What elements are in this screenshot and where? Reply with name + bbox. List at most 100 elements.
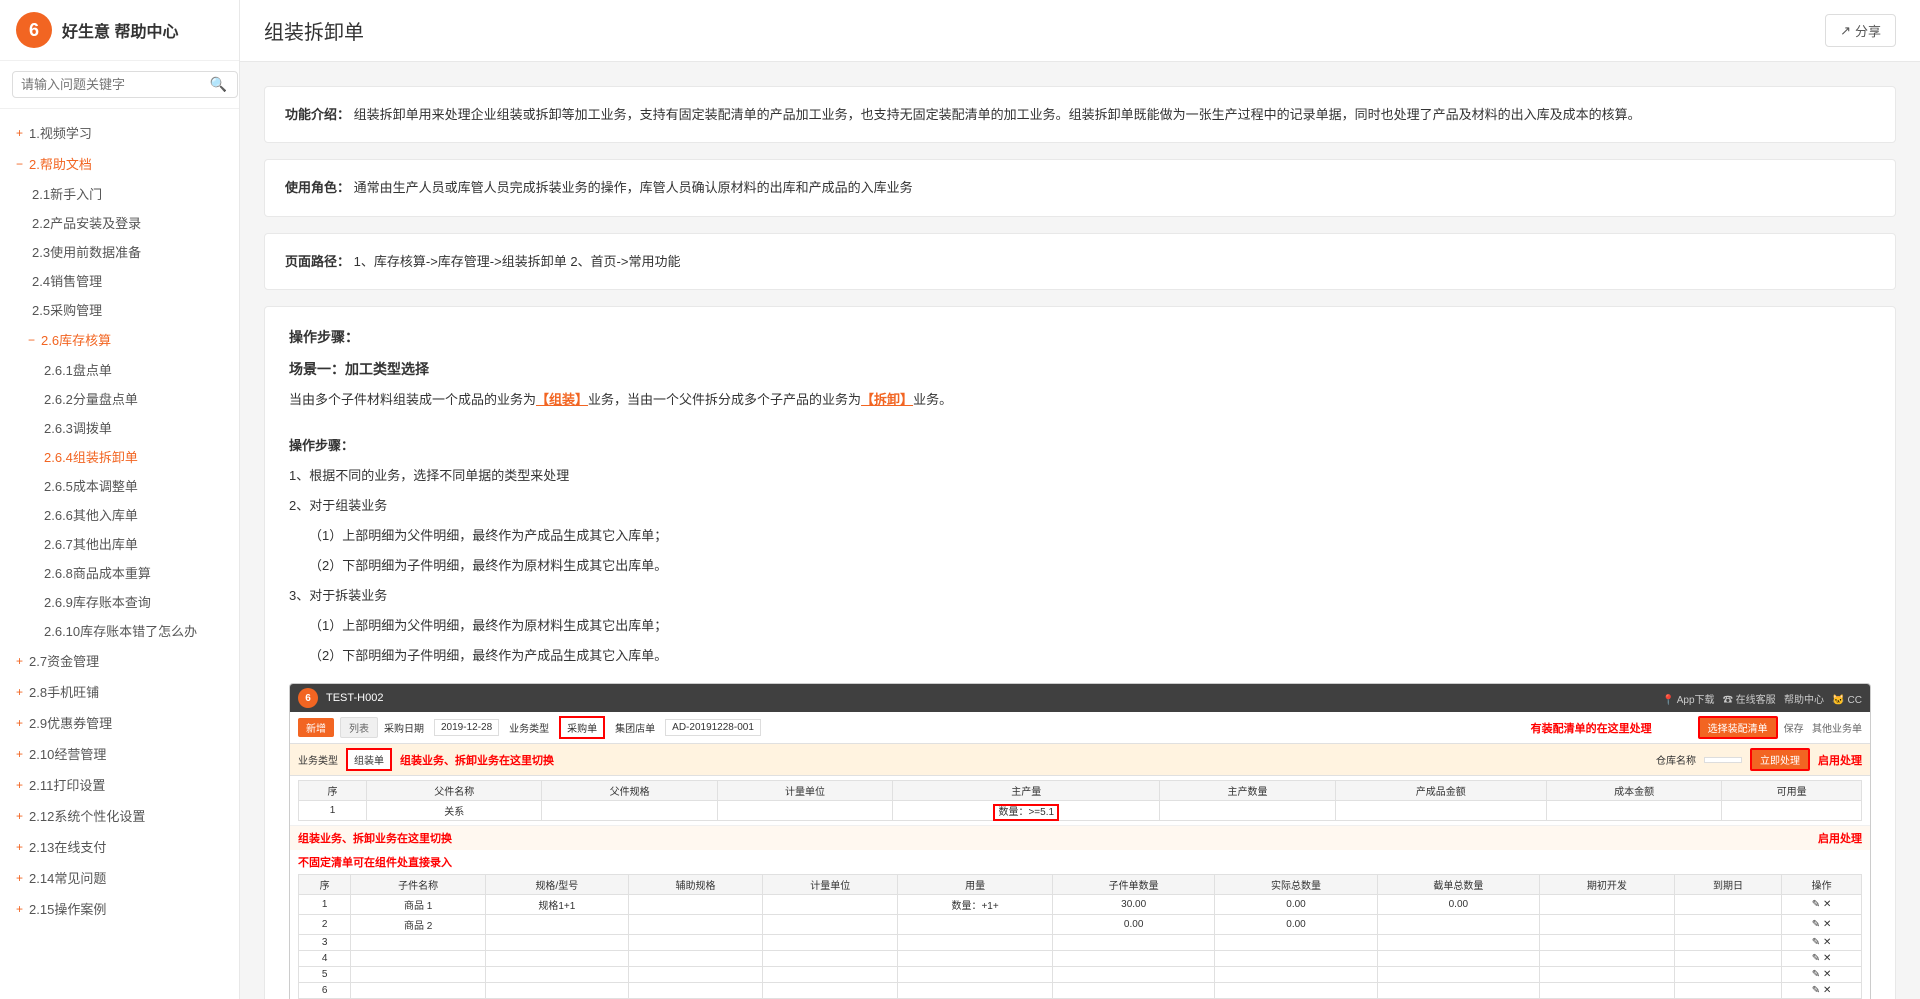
sub-actions-3[interactable]: ✎ ✕ [1782, 935, 1862, 951]
sidebar-item-263[interactable]: 2.6.3调拨单 [0, 413, 239, 442]
sidebar: 6 好生意 帮助中心 🔍 + 1.视频学习 − 2.帮助文档 2.1新手入门 2… [0, 0, 240, 999]
sidebar-item-211[interactable]: + 2.11打印设置 [0, 769, 239, 800]
cell-cost-amt [1546, 801, 1721, 821]
col-main-count: 主产数量 [1160, 781, 1335, 801]
sub-usage-1: 数量：+1+ [898, 895, 1053, 915]
mid-annotation-bar: 组装业务、拆卸业务在这里切换 启用处理 [290, 825, 1870, 850]
apply-btn[interactable]: 立即处理 [1750, 748, 1810, 771]
warehouse-input[interactable] [1704, 757, 1742, 763]
sub-date-1 [1674, 895, 1781, 915]
form-orderid-value[interactable]: AD-20191228-001 [665, 719, 761, 736]
sidebar-item-265[interactable]: 2.6.5成本调整单 [0, 471, 239, 500]
step1: 1、根据不同的业务，选择不同单据的类型来处理 [289, 463, 1871, 489]
ops-title: 操作步骤： [289, 327, 1871, 347]
sidebar-item-24[interactable]: 2.4销售管理 [0, 266, 239, 295]
highlight-zuzhuang[interactable]: 【组装】 [536, 392, 588, 407]
sidebar-item-210[interactable]: + 2.10经营管理 [0, 738, 239, 769]
search-icon[interactable]: 🔍 [210, 76, 227, 93]
sub-date-2 [1674, 915, 1781, 935]
sidebar-item-23[interactable]: 2.3使用前数据准备 [0, 237, 239, 266]
plus-icon: + [16, 126, 23, 140]
sidebar-item-video[interactable]: + 1.视频学习 [0, 117, 239, 148]
sidebar-item-261[interactable]: 2.6.1盘点单 [0, 355, 239, 384]
sub-actions-1[interactable]: ✎ ✕ [1782, 895, 1862, 915]
page-title: 组装拆卸单 [264, 16, 364, 45]
sidebar-item-212[interactable]: + 2.12系统个性化设置 [0, 800, 239, 831]
share-label: 分享 [1855, 21, 1881, 40]
sidebar-item-21[interactable]: 2.1新手入门 [0, 179, 239, 208]
plus-icon-211: + [16, 778, 23, 792]
sidebar-item-28-label: 2.8手机旺铺 [29, 682, 99, 701]
sidebar-item-25[interactable]: 2.5采购管理 [0, 295, 239, 324]
intro-block: 功能介绍： 组装拆卸单用来处理企业组装或拆卸等加工业务，支持有固定装配清单的产品… [264, 86, 1896, 143]
sidebar-item-213[interactable]: + 2.13在线支付 [0, 831, 239, 862]
sub-actions-2[interactable]: ✎ ✕ [1782, 915, 1862, 935]
plus-icon-213: + [16, 840, 23, 854]
sidebar-item-28[interactable]: + 2.8手机旺铺 [0, 676, 239, 707]
app-topnav: 6 TEST-H002 📍 App下载 ☎ 在线客服 帮助中心 🐱 CC [290, 684, 1870, 712]
sidebar-item-268[interactable]: 2.6.8商品成本重算 [0, 558, 239, 587]
annotation-btn[interactable]: 选择装配清单 [1698, 716, 1778, 739]
col-parent-spec: 父件规格 [542, 781, 717, 801]
sub-qty2-1: 0.00 [1215, 895, 1377, 915]
sidebar-item-267[interactable]: 2.6.7其他出库单 [0, 529, 239, 558]
sidebar-item-2610[interactable]: 2.6.10库存账本错了怎么办 [0, 616, 239, 645]
sidebar-item-213-label: 2.13在线支付 [29, 837, 106, 856]
form-ordertype-value-red[interactable]: 采购单 [559, 716, 605, 739]
cell-name: 关系 [367, 801, 542, 821]
sub-usage-2 [898, 915, 1053, 935]
sub-col-qty2: 实际总数量 [1215, 875, 1377, 895]
step2-2: （2）下部明细为子件明细，最终作为原材料生成其它出库单。 [289, 553, 1871, 579]
ops-steps-title: 操作步骤： [289, 433, 1871, 459]
sidebar-item-269[interactable]: 2.6.9库存账本查询 [0, 587, 239, 616]
sub-col-seq: 序 [299, 875, 351, 895]
step2-1: （1）上部明细为父件明细，最终作为产成品生成其它入库单； [289, 523, 1871, 549]
sub-actions-6[interactable]: ✎ ✕ [1782, 983, 1862, 999]
sub-col-aux: 辅助规格 [628, 875, 763, 895]
sidebar-item-29[interactable]: + 2.9优惠券管理 [0, 707, 239, 738]
biz-type-label: 业务类型 [298, 752, 338, 767]
cell-avail [1722, 801, 1862, 821]
form-ordertype-label: 业务类型 [509, 720, 549, 735]
sub-name-2: 商品 2 [351, 915, 486, 935]
child-row-2: 2 商品 2 0.00 0.00 [299, 915, 1862, 935]
plus-icon-214: + [16, 871, 23, 885]
sidebar-item-264[interactable]: 2.6.4组装拆卸单 [0, 442, 239, 471]
sub-aux-2 [628, 915, 763, 935]
sidebar-item-29-label: 2.9优惠券管理 [29, 713, 112, 732]
sub-actions-5[interactable]: ✎ ✕ [1782, 967, 1862, 983]
sub-init-2 [1540, 915, 1675, 935]
sub-spec-1: 规格1+1 [486, 895, 628, 915]
form-date-value[interactable]: 2019-12-28 [434, 719, 499, 736]
sidebar-item-27-label: 2.7资金管理 [29, 651, 99, 670]
sidebar-item-22[interactable]: 2.2产品安装及登录 [0, 208, 239, 237]
sidebar-item-262[interactable]: 2.6.2分量盘点单 [0, 384, 239, 413]
intro-text: 组装拆卸单用来处理企业组装或拆卸等加工业务，支持有固定装配清单的产品加工业务，也… [354, 107, 1641, 122]
tab-new-active[interactable]: 新增 [298, 718, 334, 737]
sidebar-item-27[interactable]: + 2.7资金管理 [0, 645, 239, 676]
annotation-apply: 启用处理 [1818, 830, 1862, 846]
sidebar-item-26[interactable]: − 2.6库存核算 [0, 324, 239, 355]
tab-list[interactable]: 列表 [340, 717, 378, 738]
sidebar-item-help[interactable]: − 2.帮助文档 [0, 148, 239, 179]
lower-table-area: 不固定清单可在组件处直接录入 序 子件名称 规格/型号 辅助规格 计量单位 用量… [290, 850, 1870, 999]
sub-actions-4[interactable]: ✎ ✕ [1782, 951, 1862, 967]
sub-qty1-1: 30.00 [1052, 895, 1214, 915]
highlight-chaichui[interactable]: 【拆卸】 [861, 392, 913, 407]
search-input[interactable] [12, 71, 238, 98]
sub-col-unit: 计量单位 [763, 875, 898, 895]
biz-type-value-red[interactable]: 组装单 [346, 748, 392, 771]
minus-icon-26: − [28, 333, 35, 347]
parent-table: 序 父件名称 父件规格 计量单位 主产量 主产数量 产成品金额 成本金额 可用量 [298, 780, 1862, 821]
sub-init-1 [1540, 895, 1675, 915]
annotation4: 不固定清单可在组件处直接录入 [298, 854, 1862, 870]
sidebar-item-help-label: 2.帮助文档 [29, 154, 92, 173]
main-content: 功能介绍： 组装拆卸单用来处理企业组装或拆卸等加工业务，支持有固定装配清单的产品… [240, 62, 1920, 999]
share-button[interactable]: ↗ 分享 [1825, 14, 1896, 47]
sidebar-item-215[interactable]: + 2.15操作案例 [0, 893, 239, 924]
sidebar-item-266[interactable]: 2.6.6其他入库单 [0, 500, 239, 529]
minus-icon: − [16, 157, 23, 171]
scene1-title: 场景一：加工类型选择 [289, 359, 1871, 379]
sub-qty3-1: 0.00 [1377, 895, 1539, 915]
sidebar-item-214[interactable]: + 2.14常见问题 [0, 862, 239, 893]
